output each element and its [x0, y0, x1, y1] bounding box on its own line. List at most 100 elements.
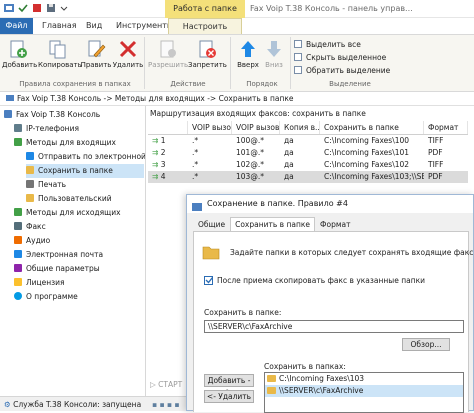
deny-icon — [199, 40, 216, 58]
rule-number: 2 — [160, 148, 166, 157]
edit-button[interactable]: Править — [80, 37, 112, 77]
tree-item-label: Лицензия — [26, 278, 65, 287]
table-row[interactable]: ⇉ 3 .* 102@.* да C:\Incoming Faxes\102 T… — [148, 159, 468, 171]
stop-icon[interactable] — [32, 3, 42, 15]
tree-item-print[interactable]: Печать — [26, 178, 66, 192]
rule-number: 1 — [160, 136, 166, 145]
tree-item-license[interactable]: Лицензия — [14, 276, 65, 290]
deny-label: Запретить — [188, 61, 227, 69]
tree-item-console[interactable]: Fax Voip T.38 Консоль — [4, 108, 100, 122]
select-all-button[interactable]: Выделить все — [294, 39, 361, 51]
deny-button[interactable]: Запретить — [188, 37, 227, 77]
dialog-app-icon — [192, 200, 202, 218]
dialog-panel: Задайте папки в которых следует сохранят… — [193, 231, 474, 413]
tab-save-to-folder[interactable]: Сохранить в папке — [230, 217, 316, 231]
delete-button[interactable]: Удалить — [112, 37, 144, 77]
start-button[interactable]: ▷ СТАРТ — [150, 380, 182, 389]
column-header[interactable]: VOIP вызов ... — [232, 121, 280, 134]
group-label-action: Действие — [170, 80, 206, 88]
save-icon[interactable] — [46, 3, 56, 15]
allow-icon — [160, 40, 176, 58]
column-header[interactable]: Сохранить в папке — [320, 121, 424, 134]
table-row[interactable]: ⇉ 2 .* 101@.* да C:\Incoming Faxes\101 P… — [148, 147, 468, 159]
tree-item-general-settings[interactable]: Общие параметры — [14, 262, 100, 276]
tree-item-label: IP-телефония — [26, 124, 79, 133]
allow-button[interactable]: Разрешить — [148, 37, 188, 77]
tree-item-save-to-folder[interactable]: Сохранить в папке — [26, 164, 144, 178]
tree-item-label: Факс — [26, 222, 46, 231]
allow-label: Разрешить — [148, 61, 189, 69]
list-item[interactable]: C:\Incoming Faxes\103 — [265, 373, 463, 385]
tab-view[interactable]: Вид — [80, 18, 108, 34]
copy-button[interactable]: Копировать — [38, 37, 82, 77]
app-icon — [4, 3, 14, 15]
hide-selected-button[interactable]: Скрыть выделенное — [294, 52, 386, 64]
tree-item-audio[interactable]: Аудио — [14, 234, 50, 248]
inbound-icon — [14, 138, 22, 146]
tab-general[interactable]: Общие — [193, 217, 230, 231]
table-cell: да — [284, 148, 294, 157]
tree-item-label: Общие параметры — [26, 264, 100, 273]
tab-file[interactable]: Файл — [0, 18, 33, 34]
table-row[interactable]: ⇉ 1 .* 100@.* да C:\Incoming Faxes\100 T… — [148, 135, 468, 147]
column-header[interactable]: Формат — [424, 121, 468, 134]
move-up-label: Вверх — [237, 61, 259, 69]
tree-item-label: Печать — [38, 180, 67, 189]
tree-item-email[interactable]: Электронная почта — [14, 248, 103, 262]
folder-path-field[interactable]: \\SERVER\c\FaxArchive — [204, 320, 464, 333]
group-separator — [144, 37, 145, 89]
tab-home[interactable]: Главная — [36, 18, 83, 34]
tree-item-inbound-methods[interactable]: Методы для входящих — [14, 136, 116, 150]
chevron-down-icon[interactable] — [60, 3, 68, 15]
invert-selection-icon — [294, 66, 302, 74]
rule-icon: ⇉ — [152, 136, 159, 145]
add-button[interactable]: Добавить — [2, 37, 37, 77]
tree-item-send-email[interactable]: Отправить по электронной — [26, 150, 145, 164]
breadcrumb-icon — [6, 94, 17, 103]
browse-button[interactable]: Обзор... — [402, 338, 450, 351]
tab-configure[interactable]: Настроить — [168, 18, 242, 34]
rule-icon: ⇉ — [152, 172, 159, 181]
table-cell: 103@.* — [236, 172, 264, 181]
printer-icon — [26, 180, 34, 188]
saved-folders-list[interactable]: C:\Incoming Faxes\103 \\SERVER\c\FaxArch… — [264, 372, 464, 413]
info-icon — [14, 292, 22, 300]
column-header[interactable] — [148, 121, 188, 134]
mail-icon — [14, 250, 22, 258]
tree-item-label: Fax Voip T.38 Консоль — [16, 110, 101, 119]
rule-number-cell: ⇉ 1 — [148, 135, 188, 147]
group-label-order: Порядок — [246, 80, 278, 88]
grid-header: VOIP вызов... VOIP вызов ... Копия в... … — [148, 121, 468, 135]
tree-item-label: Аудио — [26, 236, 51, 245]
invert-selection-button[interactable]: Обратить выделение — [294, 65, 390, 77]
phone-icon — [14, 124, 22, 132]
pencil-icon — [88, 40, 106, 58]
breadcrumb: Fax Voip T.38 Консоль -> Методы для вход… — [0, 92, 474, 106]
tab-format[interactable]: Формат — [315, 217, 355, 231]
save-to-label: Сохранить в папке: — [204, 308, 282, 317]
tree-item-outbound-methods[interactable]: Методы для исходящих — [14, 206, 121, 220]
list-item-selected[interactable]: \\SERVER\c\FaxArchive — [265, 385, 463, 397]
dialog-title: Сохранение в папке. Правило #4 — [207, 199, 348, 208]
move-down-button[interactable]: Вниз — [258, 37, 290, 77]
table-cell: да — [284, 172, 294, 181]
copy-fax-checkbox[interactable] — [204, 276, 214, 285]
rule-number-cell: ⇉ 3 — [148, 159, 188, 171]
tree-item-about[interactable]: О программе — [14, 290, 78, 304]
remove-folder-button[interactable]: <- Удалить — [204, 390, 254, 403]
tree-item-label: Методы для исходящих — [26, 208, 121, 217]
table-row-selected[interactable]: ⇉ 4 .* 103@.* да C:\Incoming Faxes\103;\… — [148, 171, 468, 183]
column-header[interactable]: Копия в... — [280, 121, 320, 134]
title-bar: Работа с папке Fax Voip T.38 Консоль - п… — [0, 0, 474, 18]
tree-item-custom[interactable]: Пользовательский — [26, 192, 112, 206]
folder-icon — [202, 246, 220, 260]
tree-item-fax[interactable]: Факс — [14, 220, 46, 234]
column-header[interactable]: VOIP вызов... — [188, 121, 232, 134]
check-icon[interactable] — [18, 3, 28, 15]
add-folder-button[interactable]: Добавить -> — [204, 374, 254, 396]
arrow-down-icon — [267, 41, 281, 57]
group-separator — [230, 37, 231, 89]
context-tab-header: Работа с папке — [165, 0, 245, 18]
console-icon — [4, 110, 12, 118]
tree-item-ip-telephony[interactable]: IP-телефония — [14, 122, 79, 136]
